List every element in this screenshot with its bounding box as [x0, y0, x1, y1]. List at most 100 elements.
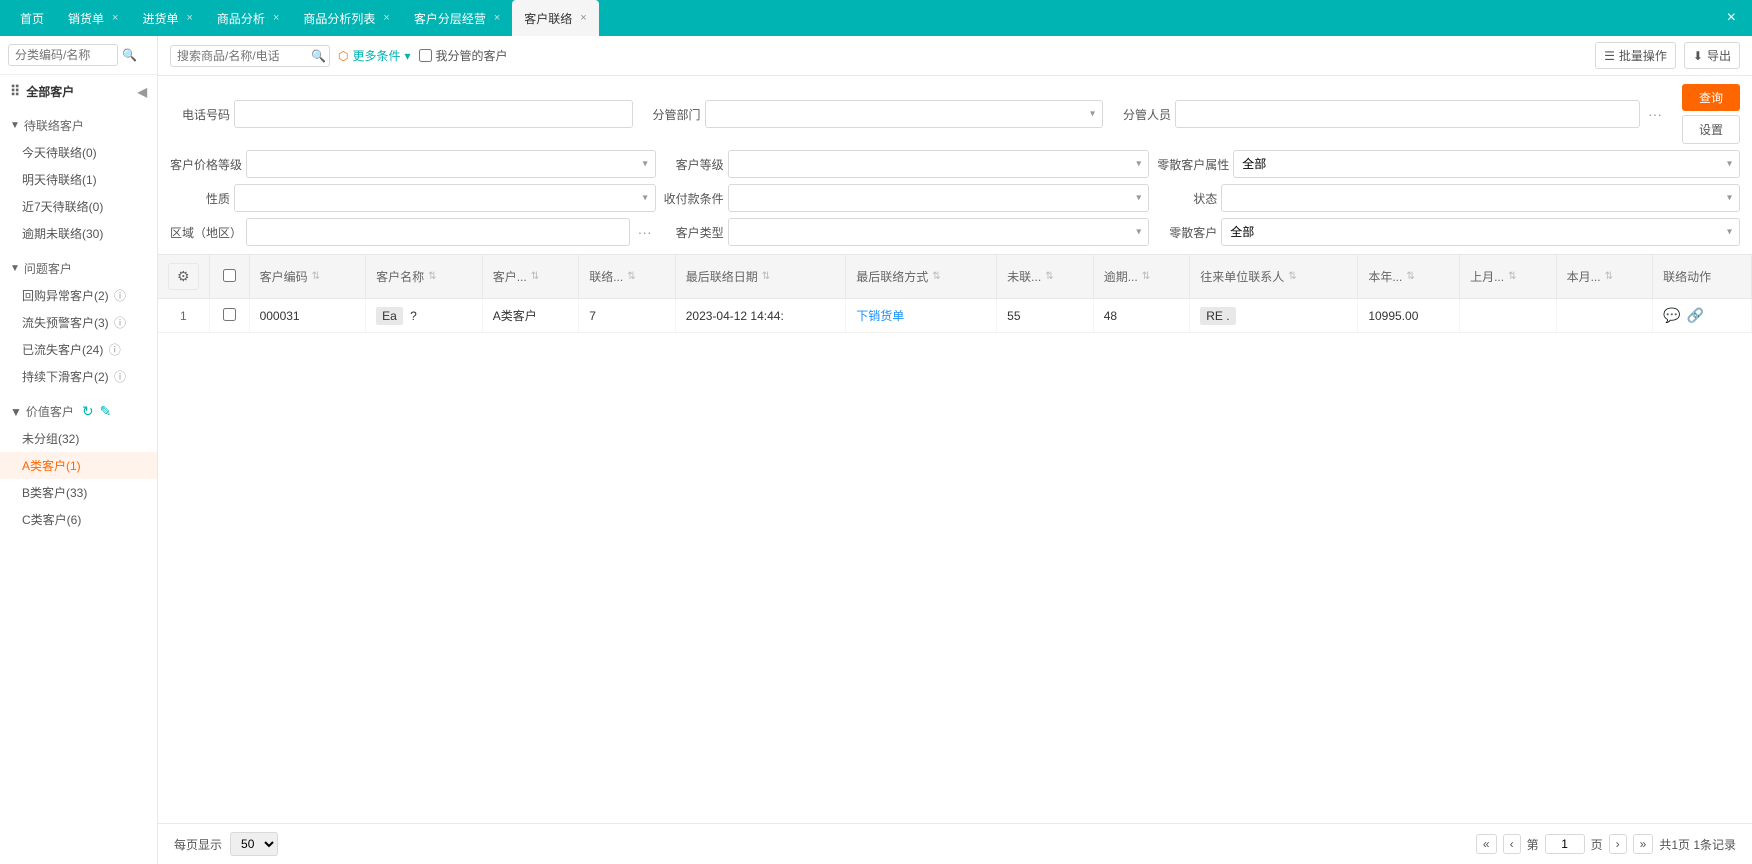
settings-button[interactable]: 设置	[1682, 115, 1740, 144]
problem-customers-title[interactable]: ▼ 问题客户	[0, 255, 157, 282]
prev-page-btn[interactable]: ‹	[1503, 834, 1521, 854]
nav-close-customer-contact[interactable]: ×	[580, 12, 586, 24]
search-input[interactable]	[177, 49, 307, 63]
sort-this-year[interactable]: 本年... ⇅	[1368, 268, 1449, 285]
row-contact-count: 7	[579, 299, 676, 333]
manager-dots-btn[interactable]: ···	[1644, 106, 1666, 122]
sidebar-item-abnormal[interactable]: 回购异常客户(2) ⓘ	[0, 282, 157, 309]
sidebar-item-declining[interactable]: 持续下滑客户(2) ⓘ	[0, 363, 157, 390]
nav-customer-contact[interactable]: 客户联络 ×	[512, 0, 598, 36]
payment-select[interactable]	[728, 184, 1150, 212]
batch-op-icon: ☰	[1604, 49, 1615, 63]
value-customers-title[interactable]: ▼ 价值客户 ↻ ✎	[0, 398, 157, 425]
sort-type[interactable]: 客户... ⇅	[493, 268, 569, 285]
sort-unit-contact-icon: ⇅	[1288, 271, 1296, 282]
region-input[interactable]	[246, 218, 630, 246]
search-icon[interactable]: 🔍	[311, 49, 326, 63]
batch-op-button[interactable]: ☰ 批量操作	[1595, 42, 1676, 69]
pending-contact-title[interactable]: ▼ 待联络客户	[0, 112, 157, 139]
nature-select[interactable]	[234, 184, 656, 212]
first-page-btn[interactable]: «	[1476, 834, 1497, 854]
nav-product-analysis[interactable]: 商品分析 ×	[205, 0, 291, 36]
nav-product-list[interactable]: 商品分析列表 ×	[291, 0, 401, 36]
sort-no-contact[interactable]: 未联... ⇅	[1007, 268, 1083, 285]
my-customers-checkbox[interactable]	[419, 49, 432, 62]
sort-name[interactable]: 客户名称 ⇅	[376, 268, 472, 285]
chat-action-icon[interactable]: 💬	[1663, 307, 1680, 324]
nav-sales[interactable]: 销货单 ×	[56, 0, 130, 36]
sidebar-item-b-class[interactable]: B类客户(33)	[0, 479, 157, 506]
phone-input[interactable]	[234, 100, 633, 128]
dept-select[interactable]	[705, 100, 1104, 128]
sidebar-item-7days[interactable]: 近7天待联络(0)	[0, 193, 157, 220]
category-search-input[interactable]	[8, 44, 118, 66]
link-action-icon[interactable]: 🔗	[1687, 307, 1704, 324]
nav-home[interactable]: 首页	[8, 0, 56, 36]
region-dots-btn[interactable]: ···	[634, 224, 656, 240]
sort-unit-contact[interactable]: 往来单位联系人 ⇅	[1200, 268, 1347, 285]
sidebar-item-warning[interactable]: 流失预警客户(3) ⓘ	[0, 309, 157, 336]
page-input[interactable]	[1545, 834, 1585, 854]
sort-this-month[interactable]: 本月... ⇅	[1567, 268, 1643, 285]
status-select[interactable]	[1221, 184, 1740, 212]
customer-type-field: 客户类型	[664, 218, 1150, 246]
sidebar-item-today[interactable]: 今天待联络(0)	[0, 139, 157, 166]
sort-code[interactable]: 客户编码 ⇅	[260, 268, 356, 285]
customer-type-select[interactable]	[728, 218, 1150, 246]
price-level-select-wrap	[246, 150, 656, 178]
retail-customer-select[interactable]: 全部	[1221, 218, 1740, 246]
query-button[interactable]: 查询	[1682, 84, 1740, 111]
retail-customer-field: 零散客户 全部	[1157, 218, 1740, 246]
sort-overdue[interactable]: 逾期... ⇅	[1104, 268, 1180, 285]
export-button[interactable]: ⬇ 导出	[1684, 42, 1740, 69]
next-page-btn[interactable]: ›	[1609, 834, 1627, 854]
collapse-icon[interactable]: ◀	[138, 85, 147, 99]
sidebar-item-lost[interactable]: 已流失客户(24) ⓘ	[0, 336, 157, 363]
row-checkbox[interactable]	[223, 308, 236, 321]
page-size-select[interactable]: 50	[230, 832, 278, 856]
price-level-select[interactable]	[246, 150, 656, 178]
nav-customer-tier[interactable]: 客户分层经营 ×	[402, 0, 512, 36]
my-customers-check[interactable]: 我分管的客户	[419, 47, 508, 64]
customer-level-field: 客户等级	[664, 150, 1150, 178]
sort-contact[interactable]: 联络... ⇅	[589, 268, 665, 285]
customer-level-select-wrap	[728, 150, 1150, 178]
sort-overdue-icon: ⇅	[1142, 271, 1150, 282]
sort-last-date[interactable]: 最后联络日期 ⇅	[686, 268, 836, 285]
sidebar-item-tomorrow[interactable]: 明天待联络(1)	[0, 166, 157, 193]
edit-icon[interactable]: ✎	[100, 403, 112, 420]
last-page-btn[interactable]: »	[1633, 834, 1654, 854]
table-settings-btn[interactable]: ⚙	[168, 263, 199, 290]
select-all-checkbox[interactable]	[223, 269, 236, 282]
nav-close-product-list[interactable]: ×	[383, 12, 389, 24]
manager-input[interactable]	[1175, 100, 1640, 128]
sort-last-month[interactable]: 上月... ⇅	[1470, 268, 1546, 285]
sidebar-item-c-class[interactable]: C类客户(6)	[0, 506, 157, 533]
close-all-tabs[interactable]: ×	[1719, 9, 1744, 27]
table-row: 1 000031 Ea ? A类客户	[158, 299, 1752, 333]
sidebar-item-ungroup[interactable]: 未分组(32)	[0, 425, 157, 452]
sidebar-item-a-class[interactable]: A类客户(1)	[0, 452, 157, 479]
nav-purchase[interactable]: 进货单 ×	[130, 0, 204, 36]
refresh-icon[interactable]: ↻	[82, 403, 94, 420]
sort-last-method[interactable]: 最后联络方式 ⇅	[856, 268, 986, 285]
more-filters-btn[interactable]: ⬡ 更多条件 ▾	[338, 47, 411, 64]
nav-close-product-analysis[interactable]: ×	[273, 12, 279, 24]
customer-level-select[interactable]	[728, 150, 1150, 178]
top-nav: 首页 销货单 × 进货单 × 商品分析 × 商品分析列表 × 客户分层经营 × …	[0, 0, 1752, 36]
all-customers-header[interactable]: ⠿ 全部客户 ◀	[0, 75, 157, 108]
retail-prop-select[interactable]: 全部	[1233, 150, 1740, 178]
region-field: 区域（地区） ···	[170, 218, 656, 246]
col-unit-contact: 往来单位联系人 ⇅	[1190, 255, 1358, 299]
filter-row-3: 性质 收付款条件 状态	[170, 184, 1740, 212]
row-actions: 💬 🔗	[1653, 299, 1752, 333]
nav-close-customer-tier[interactable]: ×	[494, 12, 500, 24]
sort-no-contact-icon: ⇅	[1045, 271, 1053, 282]
category-search-icon[interactable]: 🔍	[122, 48, 137, 62]
filter-buttons: 查询 设置	[1682, 84, 1740, 144]
last-method-link[interactable]: 下销货单	[856, 309, 904, 323]
sidebar-item-overdue[interactable]: 逾期未联络(30)	[0, 220, 157, 247]
nav-close-sales[interactable]: ×	[112, 12, 118, 24]
nav-close-purchase[interactable]: ×	[186, 12, 192, 24]
retail-customer-label: 零散客户	[1157, 224, 1217, 241]
